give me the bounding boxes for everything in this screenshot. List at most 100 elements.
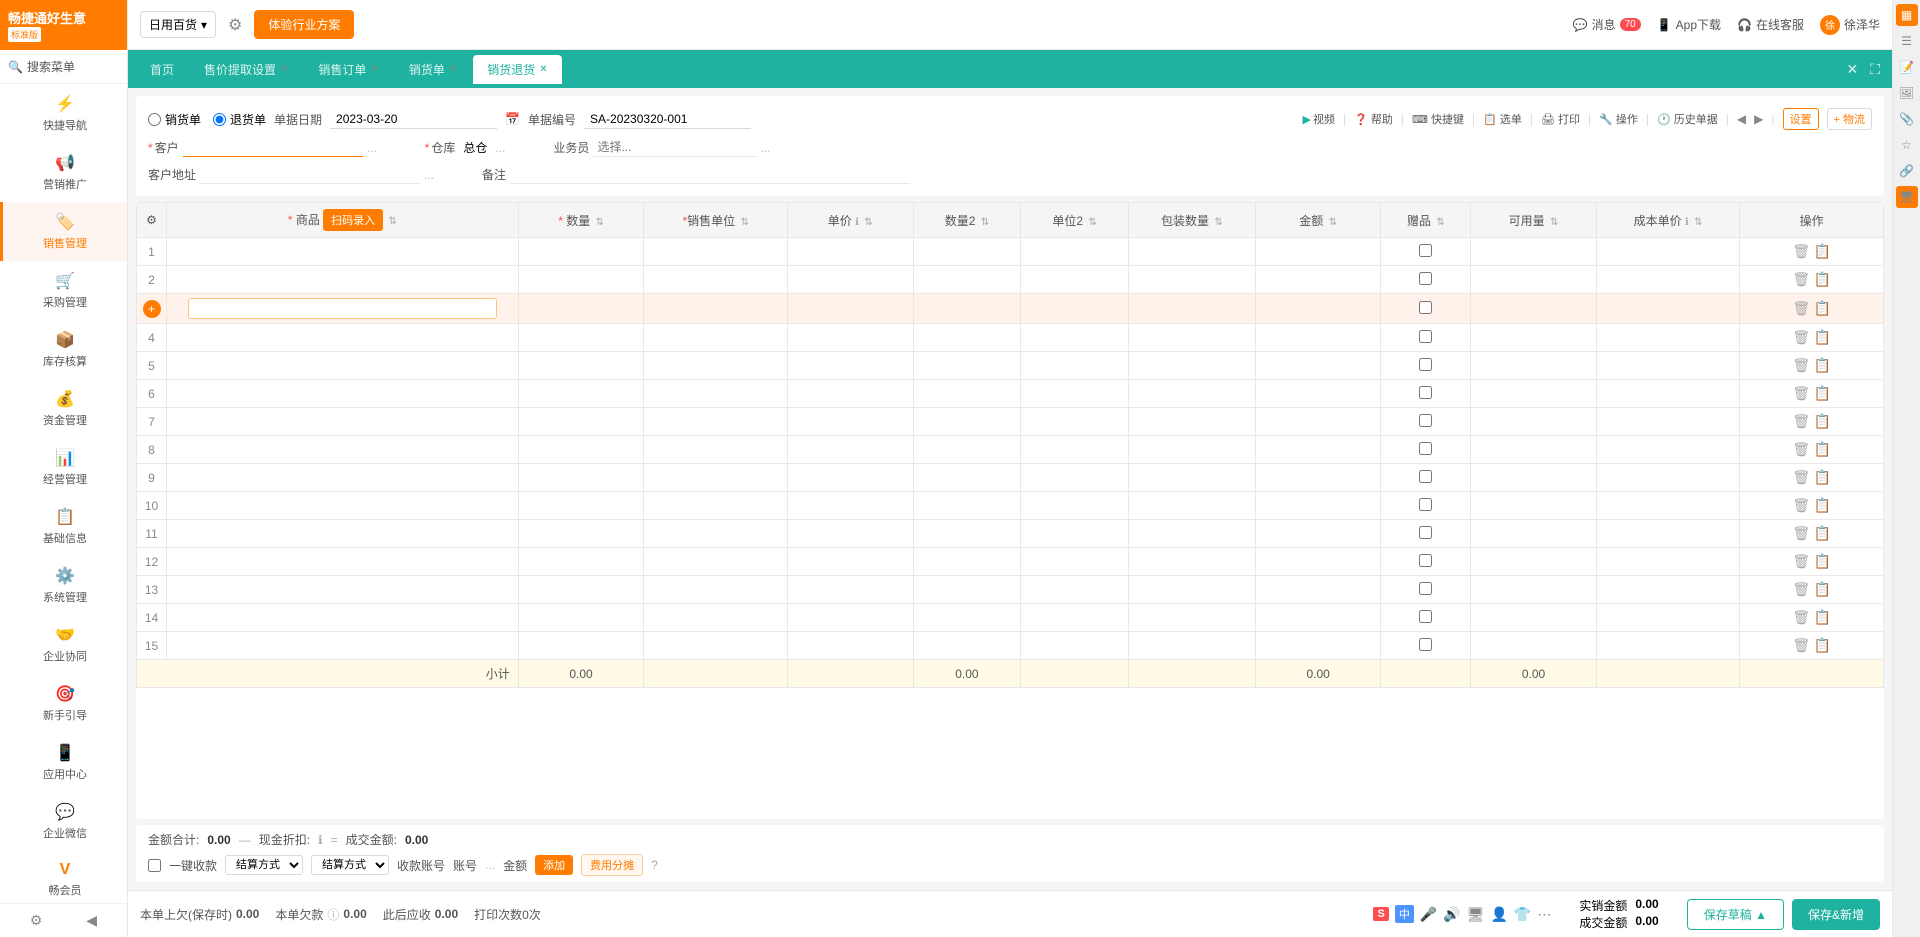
table-row-qty2[interactable] [913,576,1021,604]
copy-icon[interactable]: 📋 [1814,300,1831,316]
table-row-qty[interactable] [518,632,644,660]
table-row-gift[interactable] [1381,632,1471,660]
tab-sale-return[interactable]: 销货退货 ✕ [473,55,561,84]
table-row-qty[interactable] [518,464,644,492]
gift-checkbox[interactable] [1419,358,1432,371]
image-icon[interactable]: 🖼 [1896,82,1918,104]
gear-icon[interactable]: ⚙ [224,11,246,39]
calendar-icon[interactable]: 📅 [505,112,520,126]
table-row-qty[interactable] [518,576,644,604]
one-click-checkbox[interactable] [148,859,161,872]
warehouse-dots[interactable]: ... [495,141,505,155]
table-row-cost-price[interactable] [1596,266,1740,294]
table-row-unit-price[interactable] [787,464,913,492]
table-row-pack-qty[interactable] [1128,294,1255,324]
operate-btn[interactable]: 🔧 操作 [1599,111,1638,127]
scan-btn[interactable]: 扫码录入 [323,209,383,231]
star-icon[interactable]: ☆ [1896,134,1918,156]
date-input[interactable] [330,110,497,129]
table-row-available[interactable] [1471,294,1597,324]
table-row-product[interactable] [167,520,519,548]
table-row-sale-unit[interactable] [644,436,788,464]
doc-num-input[interactable] [584,110,751,129]
gift-checkbox[interactable] [1419,554,1432,567]
next-doc-icon[interactable]: ▶ [1754,112,1763,126]
table-row-gift[interactable] [1381,604,1471,632]
sidebar-item-app-center[interactable]: 📱 应用中心 [0,733,127,792]
sort-icon[interactable]: ⇅ [1214,217,1222,228]
table-row-sale-unit[interactable] [644,548,788,576]
table-row-unit-price[interactable] [787,632,913,660]
table-row-sale-unit[interactable] [644,294,788,324]
fee-btn[interactable]: 费用分摊 [581,854,643,876]
table-row-product[interactable] [167,604,519,632]
history-btn[interactable]: 🕐 历史单据 [1657,111,1718,127]
table-row-pack-qty[interactable] [1128,408,1255,436]
copy-icon[interactable]: 📋 [1814,609,1831,625]
message-btn[interactable]: 💬 消息 70 [1573,16,1641,33]
table-row-qty2[interactable] [913,380,1021,408]
gift-checkbox[interactable] [1419,301,1432,314]
settlement-select[interactable]: 结算方式 [225,855,303,875]
tab-sale-delivery[interactable]: 销货单 ✕ [395,55,471,84]
table-row-unit-price[interactable] [787,492,913,520]
industry-select[interactable]: 日用百货 ▾ [140,11,216,38]
copy-icon[interactable]: 📋 [1814,385,1831,401]
delete-icon[interactable]: 🗑 [1792,385,1810,401]
sidebar-item-system-mgmt[interactable]: ⚙️ 系统管理 [0,556,127,615]
gift-checkbox[interactable] [1419,582,1432,595]
table-row-qty[interactable] [518,492,644,520]
sidebar-item-quick-nav[interactable]: ⚡ 快捷导航 [0,84,127,143]
table-row-pack-qty[interactable] [1128,464,1255,492]
table-row-cost-price[interactable] [1596,436,1740,464]
gift-checkbox[interactable] [1419,638,1432,651]
table-row-pack-qty[interactable] [1128,632,1255,660]
table-row-product[interactable] [167,324,519,352]
sort-icon[interactable]: ⇅ [1329,217,1337,228]
table-row-qty[interactable] [518,266,644,294]
table-row-pack-qty[interactable] [1128,266,1255,294]
table-row-amount[interactable] [1255,408,1381,436]
share-icon[interactable]: 🔗 [1896,160,1918,182]
table-row-unit-price[interactable] [787,380,913,408]
table-row-qty2[interactable] [913,266,1021,294]
table-row-gift[interactable] [1381,520,1471,548]
table-row-pack-qty[interactable] [1128,436,1255,464]
sort-icon[interactable]: ⇅ [1436,217,1444,228]
table-row-pack-qty[interactable] [1128,520,1255,548]
delete-icon[interactable]: 🗑 [1792,637,1810,653]
table-row-qty[interactable] [518,520,644,548]
table-row-pack-qty[interactable] [1128,576,1255,604]
delete-icon[interactable]: 🗑 [1792,300,1810,316]
table-row-unit2[interactable] [1021,520,1129,548]
table-row-product[interactable] [167,266,519,294]
table-row-unit-price[interactable] [787,604,913,632]
table-row-unit2[interactable] [1021,576,1129,604]
table-row-product[interactable] [167,352,519,380]
table-row-gift[interactable] [1381,436,1471,464]
delete-icon[interactable]: 🗑 [1792,609,1810,625]
table-row-qty2[interactable] [913,436,1021,464]
table-row-sale-unit[interactable] [644,576,788,604]
table-row-pack-qty[interactable] [1128,604,1255,632]
delete-icon[interactable]: 🗑 [1792,469,1810,485]
table-row-sale-unit[interactable] [644,380,788,408]
address-input[interactable] [200,165,420,184]
table-row-amount[interactable] [1255,324,1381,352]
calc-select[interactable]: 结算方式 [311,855,389,875]
table-row-product[interactable] [167,294,519,324]
table-row-sale-unit[interactable] [644,238,788,266]
table-row-amount[interactable] [1255,380,1381,408]
table-row-amount[interactable] [1255,548,1381,576]
table-row-amount[interactable] [1255,576,1381,604]
copy-icon[interactable]: 📋 [1814,581,1831,597]
table-row-gift[interactable] [1381,408,1471,436]
copy-icon[interactable]: 📋 [1814,271,1831,287]
table-row-qty2[interactable] [913,238,1021,266]
table-row-available[interactable] [1471,266,1597,294]
table-row-gift[interactable] [1381,266,1471,294]
table-row-unit-price[interactable] [787,324,913,352]
search-menu[interactable]: 🔍 搜索菜单 [0,50,127,84]
table-row-unit2[interactable] [1021,632,1129,660]
sort-icon[interactable]: ⇅ [1088,217,1096,228]
